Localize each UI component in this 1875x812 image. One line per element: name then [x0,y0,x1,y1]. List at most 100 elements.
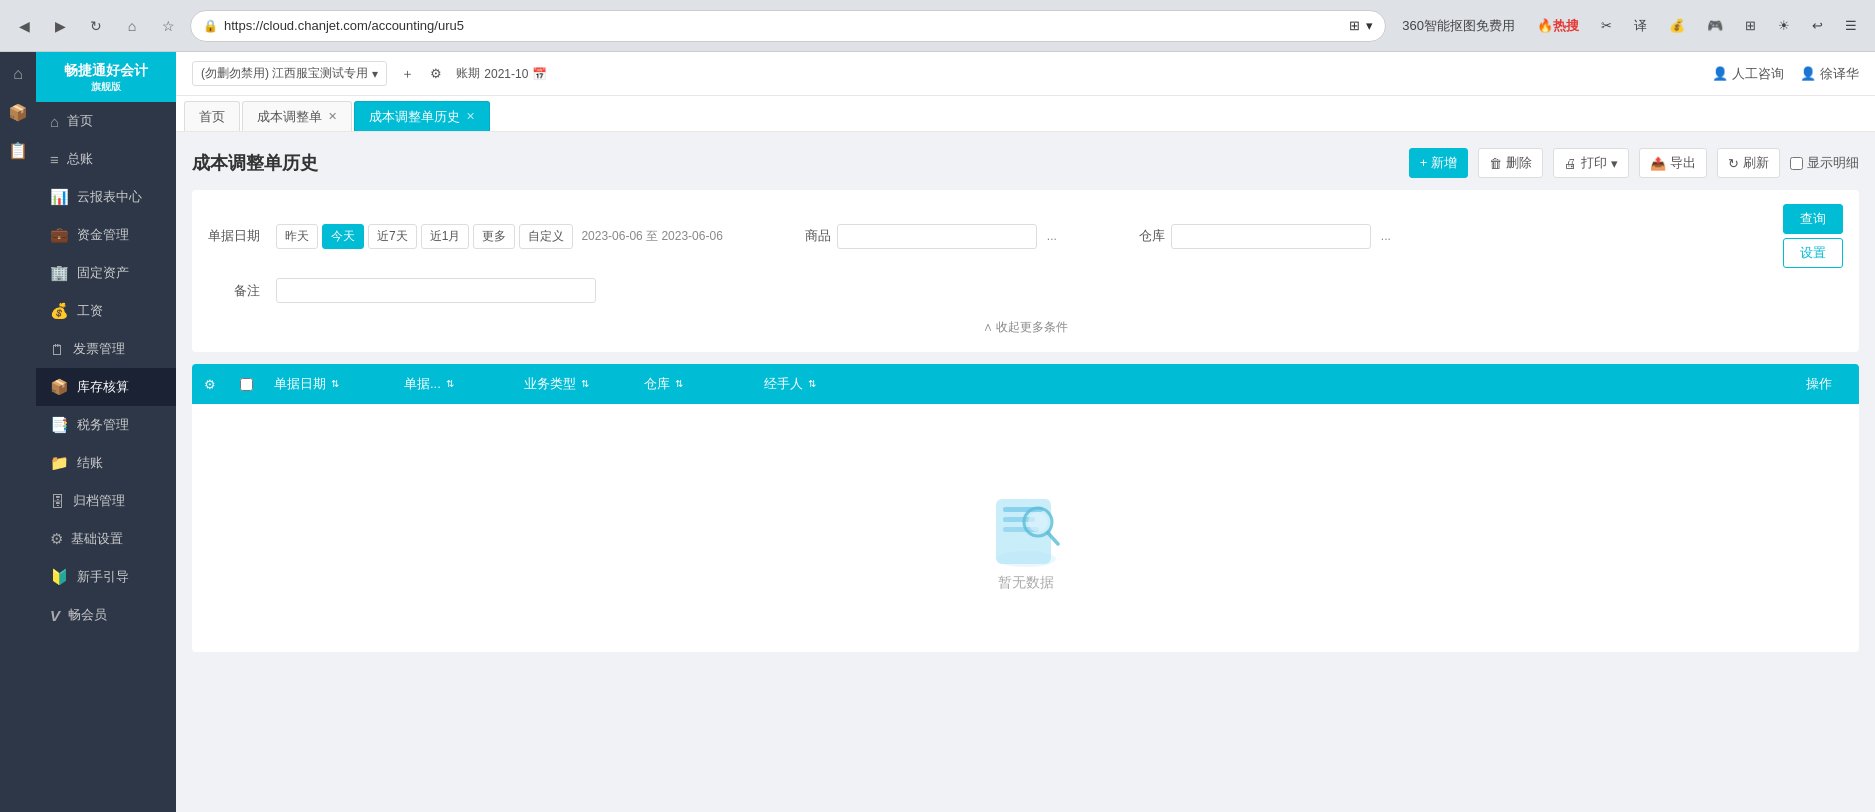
th-type[interactable]: 业务类型 ⇅ [514,364,634,404]
date-btn-yesterday[interactable]: 昨天 [276,224,318,249]
th-settings[interactable]: ⚙ [192,364,228,404]
company-selector[interactable]: (勿删勿禁用) 江西服宝测试专用 ▾ [192,61,387,86]
period-selector[interactable]: 账期 2021-10 📅 [456,65,547,82]
iconbar-item-3[interactable]: 📋 [0,132,36,168]
sidebar-item-guide[interactable]: 🔰 新手引导 [36,558,176,596]
sidebar-item-closing[interactable]: 📁 结账 [36,444,176,482]
select-all-checkbox[interactable] [240,378,253,391]
export-button[interactable]: 📤 导出 [1639,148,1707,178]
new-button[interactable]: + 新增 [1409,148,1468,178]
sidebar-item-home[interactable]: ⌂ 首页 [36,102,176,140]
sidebar-item-member[interactable]: V 畅会员 [36,596,176,634]
back-button[interactable]: ◀ [10,12,38,40]
tab-home[interactable]: 首页 [184,101,240,131]
search-tool[interactable]: 360智能抠图免费用 [1394,13,1523,39]
reports-icon: 📊 [50,188,69,206]
forward-button[interactable]: ▶ [46,12,74,40]
app-header: (勿删勿禁用) 江西服宝测试专用 ▾ ＋ ⚙ 账期 2021-10 📅 👤 人工… [176,52,1875,96]
undo-tool[interactable]: ↩ [1804,14,1831,37]
tab-cost-adjust[interactable]: 成本调整单 ✕ [242,101,352,131]
user-profile-button[interactable]: 👤 徐译华 [1800,65,1859,83]
refresh-button[interactable]: ↻ [82,12,110,40]
print-button[interactable]: 🖨 打印 ▾ [1553,148,1629,178]
content-area: 成本调整单历史 + 新增 🗑 删除 🖨 打印 ▾ 📤 导出 [176,132,1875,812]
refresh-icon: ↻ [1728,156,1739,171]
tab-close-cost-adjust[interactable]: ✕ [328,110,337,123]
refresh-button[interactable]: ↻ 刷新 [1717,148,1780,178]
sidebar-item-settings[interactable]: ⚙ 基础设置 [36,520,176,558]
star-button[interactable]: ☆ [154,12,182,40]
date-btn-7days[interactable]: 近7天 [368,224,417,249]
sidebar-item-ledger[interactable]: ≡ 总账 [36,140,176,178]
main-content: (勿删勿禁用) 江西服宝测试专用 ▾ ＋ ⚙ 账期 2021-10 📅 👤 人工… [176,52,1875,812]
th-number[interactable]: 单据... ⇅ [394,364,514,404]
filter-row-1: 单据日期 昨天 今天 近7天 近1月 更多 自定义 2023-06-06 至 2… [208,204,1843,268]
th-checkbox[interactable] [228,364,264,404]
sidebar-item-salary[interactable]: 💰 工资 [36,292,176,330]
sidebar-item-invoice[interactable]: 🗒 发票管理 [36,330,176,368]
goods-more-btn[interactable]: ... [1047,229,1057,243]
sidebar-item-fixed-assets[interactable]: 🏢 固定资产 [36,254,176,292]
add-company-button[interactable]: ＋ [399,65,416,83]
home-button[interactable]: ⌂ [118,12,146,40]
game-tool[interactable]: 🎮 [1699,14,1731,37]
scissors-tool[interactable]: ✂ [1593,14,1620,37]
brightness-tool[interactable]: ☀ [1770,14,1798,37]
th-date-label: 单据日期 [274,375,326,393]
menu-tool[interactable]: ☰ [1837,14,1865,37]
sidebar-item-archive[interactable]: 🗄 归档管理 [36,482,176,520]
dropdown-icon: ▾ [1366,18,1373,33]
date-btn-1month[interactable]: 近1月 [421,224,470,249]
grid-tool[interactable]: ⊞ [1737,14,1764,37]
goods-input[interactable] [837,224,1037,249]
show-detail-checkbox[interactable] [1790,157,1803,170]
finance-icon: 💼 [50,226,69,244]
sidebar-item-finance[interactable]: 💼 资金管理 [36,216,176,254]
consultation-button[interactable]: 👤 人工咨询 [1712,65,1784,83]
warehouse-filter-label: 仓库 [1113,227,1165,245]
delete-icon: 🗑 [1489,156,1502,171]
company-name: (勿删勿禁用) 江西服宝测试专用 [201,65,368,82]
date-btn-custom[interactable]: 自定义 [519,224,573,249]
sidebar-item-reports[interactable]: 📊 云报表中心 [36,178,176,216]
company-settings-button[interactable]: ⚙ [428,66,444,81]
collapse-bar[interactable]: ∧ 收起更多条件 [208,313,1843,338]
column-settings-icon: ⚙ [204,377,216,392]
sidebar: 畅捷通好会计 旗舰版 ⌂ 首页 ≡ 总账 📊 云报表中心 💼 资金管理 🏢 固定… [36,52,176,812]
iconbar-item-2[interactable]: 📦 [0,94,36,130]
tab-close-history[interactable]: ✕ [466,110,475,123]
sidebar-item-tax[interactable]: 📑 税务管理 [36,406,176,444]
closing-icon: 📁 [50,454,69,472]
page-tabs: 首页 成本调整单 ✕ 成本调整单历史 ✕ [176,96,1875,132]
period-value: 2021-10 [484,67,528,81]
sidebar-item-inventory[interactable]: 📦 库存核算 [36,368,176,406]
hot-search[interactable]: 🔥热搜 [1529,13,1587,39]
th-number-label: 单据... [404,375,441,393]
query-button[interactable]: 查询 [1783,204,1843,234]
goods-filter-label: 商品 [779,227,831,245]
tab-cost-adjust-history[interactable]: 成本调整单历史 ✕ [354,101,490,131]
page-title: 成本调整单历史 [192,151,318,175]
invoice-icon: 🗒 [50,341,65,358]
delete-button[interactable]: 🗑 删除 [1478,148,1543,178]
warehouse-more-btn[interactable]: ... [1381,229,1391,243]
address-bar[interactable]: 🔒 https://cloud.chanjet.com/accounting/u… [190,10,1386,42]
toolbar-actions: + 新增 🗑 删除 🖨 打印 ▾ 📤 导出 ↻ [1409,148,1859,178]
th-date[interactable]: 单据日期 ⇅ [264,364,394,404]
remark-input[interactable] [276,278,596,303]
warehouse-input[interactable] [1171,224,1371,249]
table-header: ⚙ 单据日期 ⇅ 单据... ⇅ 业务类型 ⇅ [192,364,1859,404]
date-btn-today[interactable]: 今天 [322,224,364,249]
date-btn-more[interactable]: 更多 [473,224,515,249]
inventory-icon: 📦 [50,378,69,396]
wallet-tool[interactable]: 💰 [1661,14,1693,37]
th-manager[interactable]: 经手人 ⇅ [754,364,1779,404]
data-table: ⚙ 单据日期 ⇅ 单据... ⇅ 业务类型 ⇅ [192,364,1859,652]
browser-toolbar-right: 360智能抠图免费用 🔥热搜 ✂ 译 💰 🎮 ⊞ ☀ ↩ ☰ [1394,13,1865,39]
translate-tool[interactable]: 译 [1626,13,1655,39]
filter-row-2: 备注 [208,278,1843,303]
iconbar-item-1[interactable]: ⌂ [0,56,36,92]
export-icon: 📤 [1650,156,1666,171]
filter-settings-button[interactable]: 设置 [1783,238,1843,268]
th-warehouse[interactable]: 仓库 ⇅ [634,364,754,404]
